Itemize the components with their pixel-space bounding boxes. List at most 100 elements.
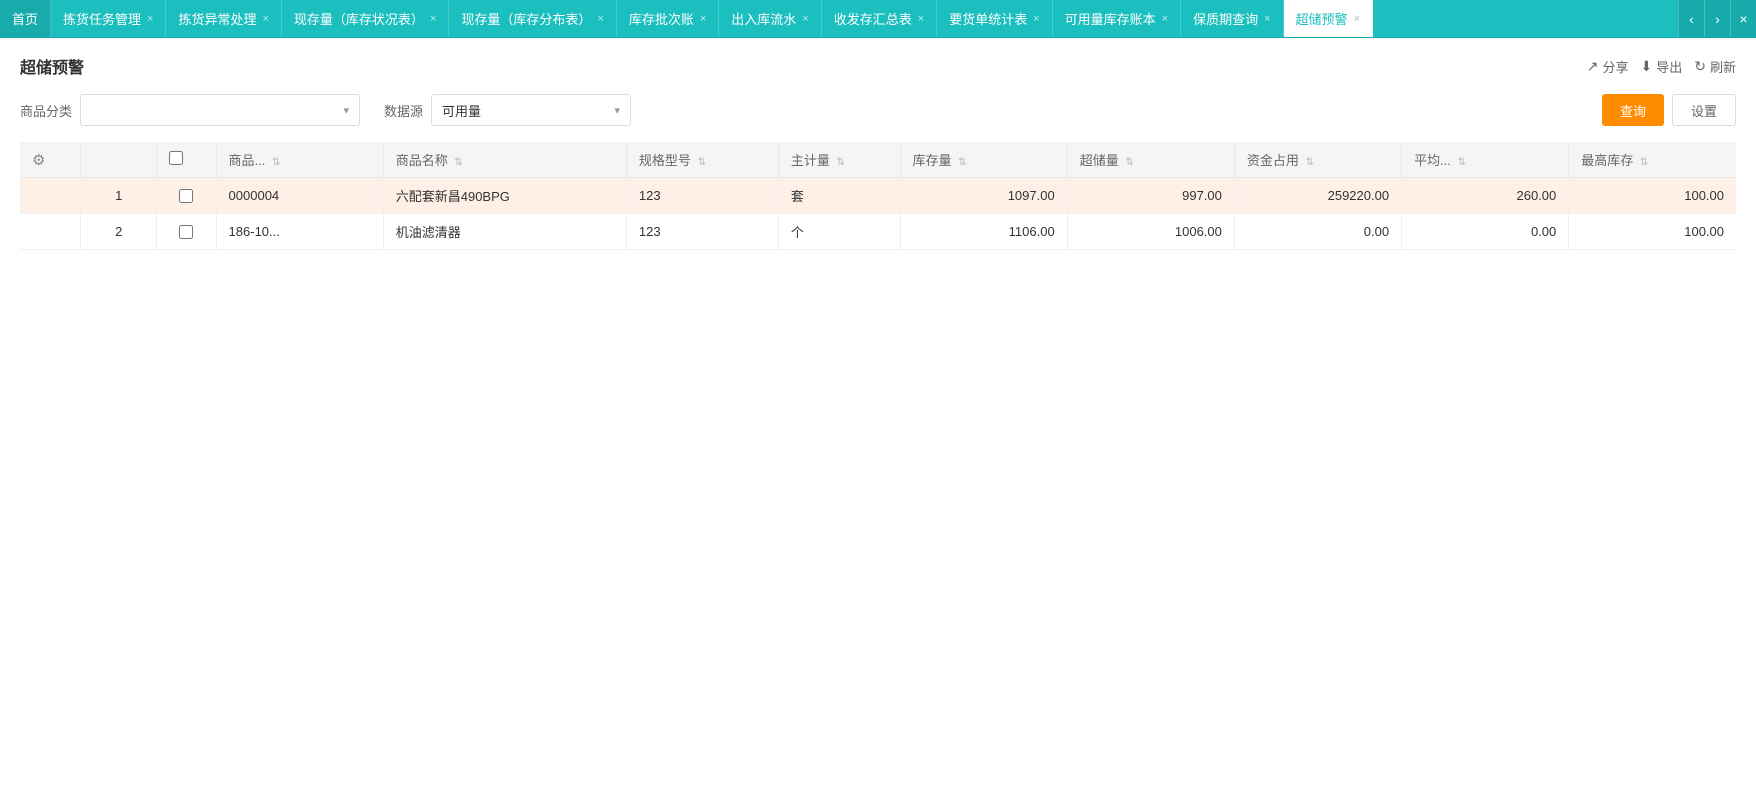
share-icon: ↗ [1587,58,1599,75]
nav-item-abnormal[interactable]: 拣货异常处理 × [166,0,281,38]
nav-item-home[interactable]: 首页 [0,0,51,38]
select-all-checkbox[interactable] [169,151,183,165]
table-gear-icon[interactable]: ⚙ [32,152,45,169]
export-icon: ⬇ [1641,58,1653,75]
datasource-select[interactable]: 可用量 ▾ [431,94,631,126]
datasource-label: 数据源 [384,101,423,120]
table-header-row: ⚙ 商品... ⇅ 商品名称 ⇅ 规格型号 ⇅ [20,142,1736,178]
row-capital-cell: 0.00 [1234,214,1401,250]
nav-item-task-mgmt[interactable]: 拣货任务管理 × [51,0,166,38]
row-avg-cell: 260.00 [1402,178,1569,214]
nav-prev-button[interactable]: ‹ [1678,0,1704,38]
nav-close-all-button[interactable]: × [1730,0,1756,38]
col-header-max-stock[interactable]: 最高库存 ⇅ [1569,142,1736,178]
col-header-unit[interactable]: 主计量 ⇅ [778,142,900,178]
nav-close-quality-check[interactable]: × [1264,13,1270,25]
page-header: 超储预警 ↗ 分享 ⬇ 导出 ↻ 刷新 [20,54,1736,78]
top-nav: 首页 拣货任务管理 × 拣货异常处理 × 现存量（库存状况表） × 现存量（库存… [0,0,1756,38]
row-checkbox[interactable] [179,189,193,203]
nav-close-abnormal[interactable]: × [262,13,268,25]
datasource-select-arrow: ▾ [615,104,621,117]
nav-item-available-account[interactable]: 可用量库存账本 × [1053,0,1181,38]
refresh-button[interactable]: ↻ 刷新 [1694,57,1736,76]
nav-item-quality-check[interactable]: 保质期查询 × [1181,0,1283,38]
row-capital-cell: 259220.00 [1234,178,1401,214]
nav-item-inout-flow-label: 出入库流水 [731,9,796,28]
nav-item-collect-summary[interactable]: 收发存汇总表 × [822,0,937,38]
nav-close-task-mgmt[interactable]: × [147,13,153,25]
row-overstock-cell: 1006.00 [1067,214,1234,250]
sort-icon-code: ⇅ [272,157,280,168]
sort-icon-overstock: ⇅ [1125,157,1133,168]
nav-item-abnormal-label: 拣货异常处理 [178,9,256,28]
nav-item-overstock-warning[interactable]: 超储预警 × [1284,0,1373,38]
sort-icon-avg: ⇅ [1458,157,1466,168]
col-header-name[interactable]: 商品名称 ⇅ [383,142,626,178]
nav-close-order-stats[interactable]: × [1033,13,1039,25]
row-spec-cell: 123 [626,178,778,214]
sort-icon-unit: ⇅ [837,157,845,168]
col-header-code[interactable]: 商品... ⇅ [216,142,383,178]
row-unit-cell: 个 [778,214,900,250]
nav-close-inventory-dist[interactable]: × [597,13,603,25]
page-content: 超储预警 ↗ 分享 ⬇ 导出 ↻ 刷新 商品分类 ▾ 数据源 [0,38,1756,800]
sort-icon-name: ⇅ [454,157,462,168]
row-no-cell: 1 [81,178,157,214]
data-table: ⚙ 商品... ⇅ 商品名称 ⇅ 规格型号 ⇅ [20,142,1736,250]
row-name-cell: 六配套新昌490BPG [383,178,626,214]
nav-item-batch-account-label: 库存批次账 [629,9,694,28]
nav-item-inout-flow[interactable]: 出入库流水 × [719,0,821,38]
nav-item-order-stats[interactable]: 要货单统计表 × [937,0,1052,38]
nav-close-overstock-warning[interactable]: × [1354,13,1360,25]
nav-item-inventory-dist[interactable]: 现存量（库存分布表） × [449,0,616,38]
table-row: 2 186-10... 机油滤清器 123 个 1106.00 1006.00 … [20,214,1736,250]
row-settings-cell [20,214,81,250]
export-button[interactable]: ⬇ 导出 [1641,57,1683,76]
nav-close-available-account[interactable]: × [1162,13,1168,25]
row-checkbox[interactable] [179,225,193,239]
row-avg-cell: 0.00 [1402,214,1569,250]
nav-item-batch-account[interactable]: 库存批次账 × [617,0,719,38]
export-label: 导出 [1656,57,1682,76]
sort-icon-spec: ⇅ [698,157,706,168]
nav-close-batch-account[interactable]: × [700,13,706,25]
col-header-spec[interactable]: 规格型号 ⇅ [626,142,778,178]
settings-button[interactable]: 设置 [1672,94,1736,126]
nav-next-button[interactable]: › [1704,0,1730,38]
nav-item-order-stats-label: 要货单统计表 [949,9,1027,28]
table-row: 1 0000004 六配套新昌490BPG 123 套 1097.00 997.… [20,178,1736,214]
category-select-arrow: ▾ [343,104,349,117]
sort-icon-max-stock: ⇅ [1640,157,1648,168]
share-label: 分享 [1602,57,1628,76]
nav-arrows: ‹ › × [1678,0,1756,38]
query-button[interactable]: 查询 [1602,94,1664,126]
nav-item-available-account-label: 可用量库存账本 [1065,9,1156,28]
col-header-avg[interactable]: 平均... ⇅ [1402,142,1569,178]
nav-item-quality-check-label: 保质期查询 [1193,9,1258,28]
col-header-stock[interactable]: 库存量 ⇅ [900,142,1067,178]
row-spec-cell: 123 [626,214,778,250]
nav-item-inventory-status[interactable]: 现存量（库存状况表） × [282,0,449,38]
col-header-overstock[interactable]: 超储量 ⇅ [1067,142,1234,178]
row-name-cell: 机油滤清器 [383,214,626,250]
row-stock-cell: 1097.00 [900,178,1067,214]
nav-item-home-label: 首页 [12,9,38,28]
col-header-checkbox [157,142,216,178]
row-no-cell: 2 [81,214,157,250]
row-checkbox-cell [157,178,216,214]
row-checkbox-cell [157,214,216,250]
row-unit-cell: 套 [778,178,900,214]
page-title: 超储预警 [20,54,84,78]
header-actions: ↗ 分享 ⬇ 导出 ↻ 刷新 [1587,57,1736,76]
nav-item-inventory-dist-label: 现存量（库存分布表） [461,9,591,28]
filter-category: 商品分类 ▾ [20,94,360,126]
col-header-capital[interactable]: 资金占用 ⇅ [1234,142,1401,178]
row-code-cell: 0000004 [216,178,383,214]
category-select[interactable]: ▾ [80,94,360,126]
nav-close-inventory-status[interactable]: × [430,13,436,25]
nav-item-inventory-status-label: 现存量（库存状况表） [294,9,424,28]
nav-close-collect-summary[interactable]: × [918,13,924,25]
share-button[interactable]: ↗ 分享 [1587,57,1629,76]
refresh-label: 刷新 [1710,57,1736,76]
nav-close-inout-flow[interactable]: × [802,13,808,25]
